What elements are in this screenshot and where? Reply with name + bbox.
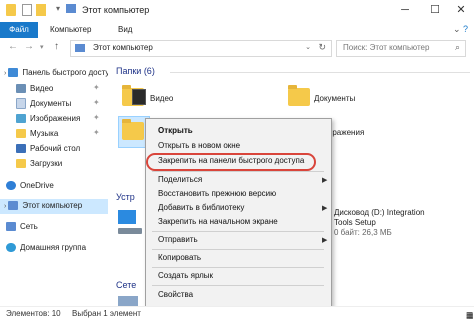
back-icon[interactable]: ←: [8, 41, 18, 52]
item-count: Элементов: 10: [6, 309, 61, 318]
menu-item-pin-quick-access[interactable]: Закрепить на панели быстрого доступа: [158, 156, 304, 165]
menu-item-open[interactable]: Открыть: [158, 126, 193, 135]
network-section-header[interactable]: Сете: [116, 280, 136, 290]
folder-icon[interactable]: [122, 119, 144, 140]
nav-item-music[interactable]: Музыка: [16, 127, 58, 141]
menu-item-send-to[interactable]: Отправить: [158, 235, 198, 244]
recent-locations-icon[interactable]: ▾: [40, 43, 44, 51]
drive-label[interactable]: Дисковод (D:) Integration: [334, 208, 425, 217]
devices-section-header[interactable]: Устр: [116, 192, 135, 202]
search-icon[interactable]: ⌕: [455, 42, 460, 53]
tab-file[interactable]: Файл: [0, 22, 38, 38]
nav-item-pictures[interactable]: Изображения: [16, 112, 80, 126]
video-icon: [16, 84, 26, 94]
nav-item-downloads[interactable]: Загрузки: [16, 157, 62, 171]
menu-item-properties[interactable]: Свойства: [158, 290, 193, 299]
menu-separator: [152, 231, 324, 232]
nav-quick-access[interactable]: › Панель быстрого доступа: [4, 66, 118, 80]
up-icon[interactable]: ↑: [54, 41, 59, 52]
address-bar: ← → ▾ ↑ Этот компьютер ⌄ ↻ Поиск: Этот к…: [0, 38, 474, 58]
nav-network[interactable]: Сеть: [6, 220, 38, 234]
download-icon: [16, 159, 26, 169]
dropdown-icon[interactable]: ⌄: [305, 43, 311, 51]
folder-icon: [6, 4, 16, 16]
menu-item-pin-start[interactable]: Закрепить на начальном экране: [158, 217, 278, 226]
address-field[interactable]: Этот компьютер ⌄ ↻: [70, 40, 332, 57]
menu-item-copy[interactable]: Копировать: [158, 253, 201, 262]
film-icon: [132, 89, 146, 105]
menu-separator: [152, 285, 324, 286]
tab-computer[interactable]: Компьютер: [50, 22, 91, 38]
drive-size: 0 байт: 26,3 МБ: [334, 228, 392, 237]
windows-drive-icon[interactable]: [118, 210, 136, 224]
desktop-icon: [16, 144, 26, 154]
folder-label-documents[interactable]: Документы: [314, 94, 355, 103]
customize-toolbar-icon[interactable]: ▾: [56, 4, 60, 13]
pin-icon: ✦: [93, 113, 100, 122]
menu-item-restore-version[interactable]: Восстановить прежнюю версию: [158, 189, 276, 198]
menu-separator: [152, 249, 324, 250]
submenu-arrow-icon: ▶: [322, 237, 328, 244]
navigation-pane: › Панель быстрого доступа Видео ✦ Докумен…: [0, 58, 118, 306]
tiles-view-icon[interactable]: ▦: [466, 311, 474, 320]
selected-count: Выбран 1 элемент: [72, 309, 141, 318]
pin-icon: ✦: [93, 98, 100, 107]
computer-icon: [8, 201, 19, 211]
search-input[interactable]: Поиск: Этот компьютер ⌕: [336, 40, 466, 57]
nav-item-documents[interactable]: Документы: [16, 97, 71, 111]
menu-item-add-to-library[interactable]: Добавить в библиотеку: [158, 203, 244, 212]
drive-icon: [118, 228, 142, 234]
refresh-icon[interactable]: ↻: [318, 42, 326, 53]
menu-separator: [152, 267, 324, 268]
star-icon: [8, 68, 19, 78]
nav-item-video[interactable]: Видео: [16, 82, 53, 96]
minimize-button[interactable]: ─: [390, 0, 420, 20]
pin-icon: ✦: [93, 128, 100, 137]
section-divider: [170, 72, 470, 73]
picture-icon: [16, 114, 26, 124]
forward-icon[interactable]: →: [24, 41, 34, 52]
new-folder-icon[interactable]: [36, 4, 46, 16]
properties-icon[interactable]: [22, 4, 32, 16]
address-path: Этот компьютер: [93, 43, 153, 52]
close-button[interactable]: ✕: [446, 0, 474, 20]
tab-view[interactable]: Вид: [118, 22, 132, 38]
pin-icon: ✦: [93, 83, 100, 92]
folders-section-header[interactable]: Папки (6): [116, 66, 155, 76]
folder-label-video[interactable]: Видео: [150, 94, 173, 103]
computer-icon: [66, 4, 76, 13]
network-device-icon[interactable]: [118, 296, 138, 306]
music-icon: [16, 129, 26, 139]
cloud-icon: [6, 181, 16, 191]
ribbon: Файл Компьютер Вид ⌄ ?: [0, 22, 474, 39]
help-icon[interactable]: ?: [463, 24, 468, 34]
nav-item-desktop[interactable]: Рабочий стол: [16, 142, 80, 156]
computer-icon: [75, 44, 85, 52]
window-title: Этот компьютер: [82, 5, 150, 15]
document-icon: [16, 98, 26, 110]
homegroup-icon: [6, 243, 16, 253]
nav-homegroup[interactable]: Домашняя группа: [6, 241, 86, 255]
title-bar: ▾ Этот компьютер ─ ☐ ✕: [0, 0, 474, 23]
drive-label-2: Tools Setup: [334, 218, 376, 227]
menu-separator: [152, 171, 324, 172]
menu-item-share[interactable]: Поделиться: [158, 175, 202, 184]
submenu-arrow-icon: ▶: [322, 205, 328, 212]
context-menu: Открыть Открыть в новом окне Закрепить н…: [145, 118, 332, 307]
menu-item-create-shortcut[interactable]: Создать ярлык: [158, 271, 213, 280]
expand-ribbon-icon[interactable]: ⌄ ?: [453, 24, 468, 35]
network-icon: [6, 222, 16, 232]
submenu-arrow-icon: ▶: [322, 177, 328, 184]
nav-this-pc[interactable]: › Этот компьютер: [4, 199, 82, 213]
search-placeholder: Поиск: Этот компьютер: [343, 43, 430, 52]
status-bar: Элементов: 10 Выбран 1 элемент ☰ ▦: [0, 306, 474, 321]
menu-item-open-new-window[interactable]: Открыть в новом окне: [158, 141, 240, 150]
nav-onedrive[interactable]: OneDrive: [6, 179, 54, 193]
folder-icon[interactable]: [288, 85, 310, 106]
